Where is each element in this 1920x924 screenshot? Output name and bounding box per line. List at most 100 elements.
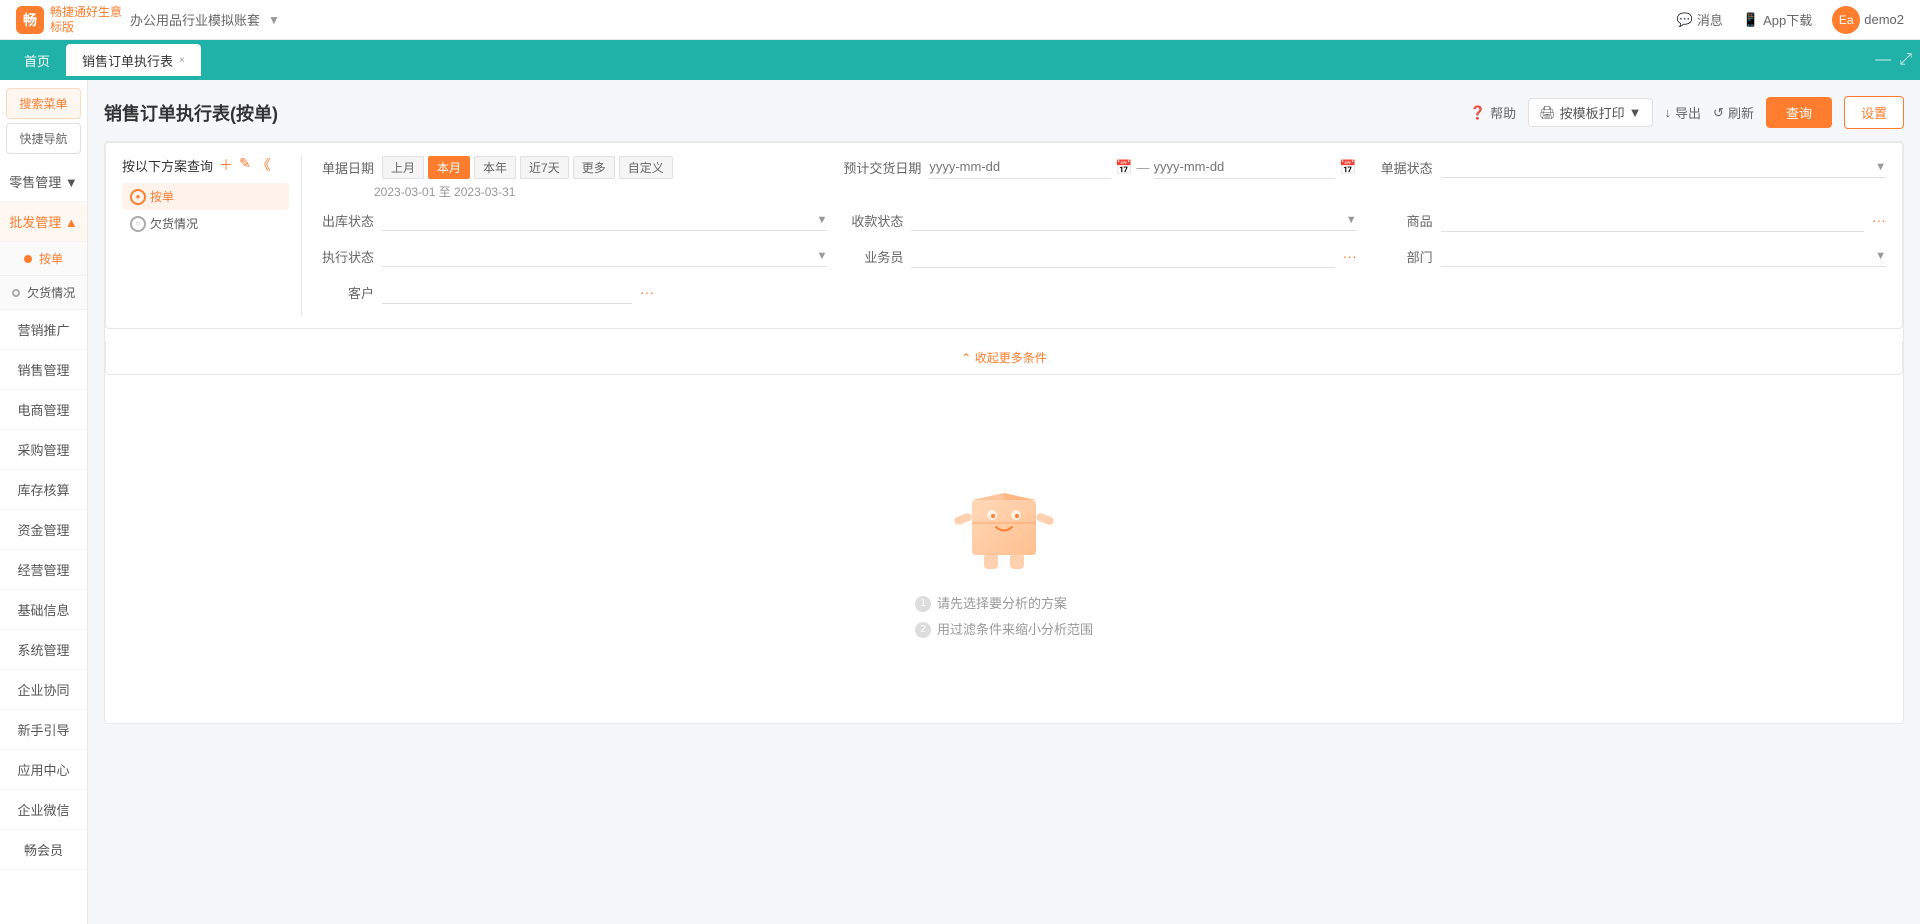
top-bar-title: 办公用品行业模拟账套 bbox=[130, 10, 260, 29]
sidebar: 搜索菜单 快捷导航 零售管理 ▼ 批发管理 ▲ 按单 欠货情况 营销推广 销售管… bbox=[0, 80, 88, 924]
filter-goods-field: 商品 ··· bbox=[1373, 208, 1886, 232]
customer-input[interactable] bbox=[382, 280, 632, 304]
message-button[interactable]: 💬 消息 bbox=[1677, 10, 1723, 29]
collection-status-select[interactable]: ▼ bbox=[911, 210, 1356, 231]
filter-panel: 按以下方案查询 ＋ ✎ 《 ● 按单 ○ bbox=[105, 142, 1903, 329]
salesperson-more-icon[interactable]: ··· bbox=[1343, 248, 1357, 264]
filter-row-2: 出库状态 ▼ 收款状态 ▼ bbox=[314, 208, 1886, 232]
hint-number-1: 1 bbox=[915, 596, 931, 612]
top-bar-left: 畅 畅捷通好生意 标版 办公用品行业模拟账套 ▼ bbox=[16, 5, 280, 34]
sidebar-item-newbie[interactable]: 新手引导 bbox=[0, 710, 87, 750]
date-tag-custom[interactable]: 自定义 bbox=[619, 156, 673, 179]
refresh-button[interactable]: ↺ 刷新 bbox=[1713, 103, 1754, 122]
outbound-label: 出库状态 bbox=[314, 211, 374, 230]
dept-label: 部门 bbox=[1373, 247, 1433, 266]
maximize-icon[interactable]: ⤢ bbox=[1899, 51, 1912, 69]
sidebar-item-basic-info[interactable]: 基础信息 bbox=[0, 590, 87, 630]
customer-more-icon[interactable]: ··· bbox=[640, 284, 654, 300]
goods-label: 商品 bbox=[1373, 211, 1433, 230]
print-icon: 🖨 bbox=[1539, 105, 1556, 121]
sidebar-item-purchase[interactable]: 采购管理 bbox=[0, 430, 87, 470]
date-tag-7days[interactable]: 近7天 bbox=[520, 156, 569, 179]
collapse-left-icon[interactable]: 《 bbox=[257, 155, 271, 175]
search-menu-button[interactable]: 搜索菜单 bbox=[6, 88, 81, 119]
collapse-bar[interactable]: ⌃ 收起更多条件 bbox=[105, 341, 1903, 375]
sidebar-item-member[interactable]: 畅会员 bbox=[0, 830, 87, 870]
quick-nav-button[interactable]: 快捷导航 bbox=[6, 123, 81, 154]
filter-row-3: 执行状态 ▼ 业务员 ··· 部门 bbox=[314, 244, 1886, 268]
sidebar-item-inventory[interactable]: 库存核算 bbox=[0, 470, 87, 510]
empty-state: 1 请先选择要分析的方案 2 用过滤条件来缩小分析范围 bbox=[105, 375, 1903, 723]
tab-close-icon[interactable]: × bbox=[179, 55, 185, 66]
scheme-item-debt[interactable]: ○ 欠货情况 bbox=[122, 210, 289, 237]
filter-fields: 单据日期 上月 本月 本年 近7天 更多 自定义 bbox=[314, 155, 1886, 316]
hint-number-2: 2 bbox=[915, 622, 931, 638]
sidebar-item-sales-mgmt[interactable]: 销售管理 bbox=[0, 350, 87, 390]
filter-scheme-panel: 按以下方案查询 ＋ ✎ 《 ● 按单 ○ bbox=[122, 155, 302, 316]
sidebar-item-ecommerce[interactable]: 电商管理 bbox=[0, 390, 87, 430]
goods-input[interactable] bbox=[1441, 208, 1864, 232]
calendar-end-icon[interactable]: 📅 bbox=[1339, 159, 1356, 176]
top-bar-arrow-icon[interactable]: ▼ bbox=[268, 13, 280, 27]
exec-status-select[interactable]: ▼ bbox=[382, 246, 827, 267]
sidebar-item-corp-wechat[interactable]: 企业微信 bbox=[0, 790, 87, 830]
sidebar-item-app-center[interactable]: 应用中心 bbox=[0, 750, 87, 790]
tab-home[interactable]: 首页 bbox=[8, 44, 66, 76]
filter-outbound-field: 出库状态 ▼ bbox=[314, 210, 827, 231]
sidebar-item-marketing[interactable]: 营销推广 bbox=[0, 310, 87, 350]
dept-select[interactable]: ▼ bbox=[1441, 246, 1886, 267]
sidebar-item-sys-mgmt[interactable]: 系统管理 bbox=[0, 630, 87, 670]
add-scheme-icon[interactable]: ＋ bbox=[219, 155, 233, 175]
export-button[interactable]: ↓ 导出 bbox=[1665, 103, 1702, 122]
doc-status-arrow-icon: ▼ bbox=[1875, 161, 1886, 173]
sidebar-top: 搜索菜单 快捷导航 bbox=[0, 80, 87, 162]
sidebar-item-finance[interactable]: 资金管理 bbox=[0, 510, 87, 550]
date-tag-more[interactable]: 更多 bbox=[573, 156, 615, 179]
top-bar: 畅 畅捷通好生意 标版 办公用品行业模拟账套 ▼ 💬 消息 📱 App下载 Ea… bbox=[0, 0, 1920, 40]
page-title: 销售订单执行表(按单) bbox=[104, 100, 278, 126]
settings-button[interactable]: 设置 bbox=[1844, 96, 1904, 129]
tab-bar: 首页 销售订单执行表 × — ⤢ bbox=[0, 40, 1920, 80]
sidebar-sub-item-order[interactable]: 按单 bbox=[0, 242, 87, 276]
filter-customer-field: 客户 ··· bbox=[314, 280, 654, 304]
app-download-button[interactable]: 📱 App下载 bbox=[1743, 10, 1812, 29]
delivery-date-start-input[interactable] bbox=[929, 155, 1111, 179]
filter-scheme-title: 按以下方案查询 ＋ ✎ 《 bbox=[122, 155, 289, 175]
goods-more-icon[interactable]: ··· bbox=[1872, 212, 1886, 228]
scheme-active-icon: ● bbox=[130, 189, 146, 205]
date-label: 单据日期 bbox=[314, 158, 374, 177]
delivery-date-end-input[interactable] bbox=[1154, 155, 1336, 179]
search-button[interactable]: 查询 bbox=[1766, 97, 1832, 128]
collapse-icon: ⌃ bbox=[961, 351, 971, 365]
date-tag-last-month[interactable]: 上月 bbox=[382, 156, 424, 179]
date-tag-this-month[interactable]: 本月 bbox=[428, 156, 470, 179]
outbound-arrow-icon: ▼ bbox=[816, 214, 827, 226]
minimize-icon[interactable]: — bbox=[1875, 51, 1891, 69]
outbound-status-select[interactable]: ▼ bbox=[382, 210, 827, 231]
calendar-start-icon[interactable]: 📅 bbox=[1115, 159, 1132, 176]
filter-collection-field: 收款状态 ▼ bbox=[843, 210, 1356, 231]
help-button[interactable]: ❓ 帮助 bbox=[1470, 103, 1516, 122]
sidebar-item-enterprise[interactable]: 企业协同 bbox=[0, 670, 87, 710]
sidebar-item-retail-mgmt[interactable]: 零售管理 ▼ bbox=[0, 162, 87, 202]
logo-text: 畅捷通好生意 标版 bbox=[50, 5, 122, 34]
logo-box: 畅 畅捷通好生意 标版 bbox=[16, 5, 122, 34]
filter-dept-field: 部门 ▼ bbox=[1373, 246, 1886, 267]
page-header: 销售订单执行表(按单) ❓ 帮助 🖨 按模板打印 ▼ ↓ 导出 ↺ 刷新 bbox=[104, 96, 1904, 129]
salesperson-input[interactable] bbox=[911, 244, 1334, 268]
edit-scheme-icon[interactable]: ✎ bbox=[239, 155, 251, 175]
tab-sales-order-exec[interactable]: 销售订单执行表 × bbox=[66, 44, 201, 76]
sidebar-sub-item-debt[interactable]: 欠货情况 bbox=[0, 276, 87, 310]
user-profile[interactable]: Ea demo2 bbox=[1832, 6, 1904, 34]
print-arrow-icon: ▼ bbox=[1629, 105, 1642, 120]
date-tag-this-year[interactable]: 本年 bbox=[474, 156, 516, 179]
filter-row-4: 客户 ··· bbox=[314, 280, 1886, 304]
sidebar-item-ops-mgmt[interactable]: 经营管理 bbox=[0, 550, 87, 590]
sidebar-item-wholesale-mgmt[interactable]: 批发管理 ▲ bbox=[0, 202, 87, 242]
date-range-display: 2023-03-01 至 2023-03-31 bbox=[314, 183, 1886, 200]
scheme-item-by-order[interactable]: ● 按单 bbox=[122, 183, 289, 210]
debt-icon bbox=[12, 289, 20, 297]
print-button[interactable]: 🖨 按模板打印 ▼ bbox=[1528, 98, 1652, 127]
message-icon: 💬 bbox=[1677, 12, 1693, 28]
doc-status-select[interactable]: ▼ bbox=[1441, 157, 1886, 178]
